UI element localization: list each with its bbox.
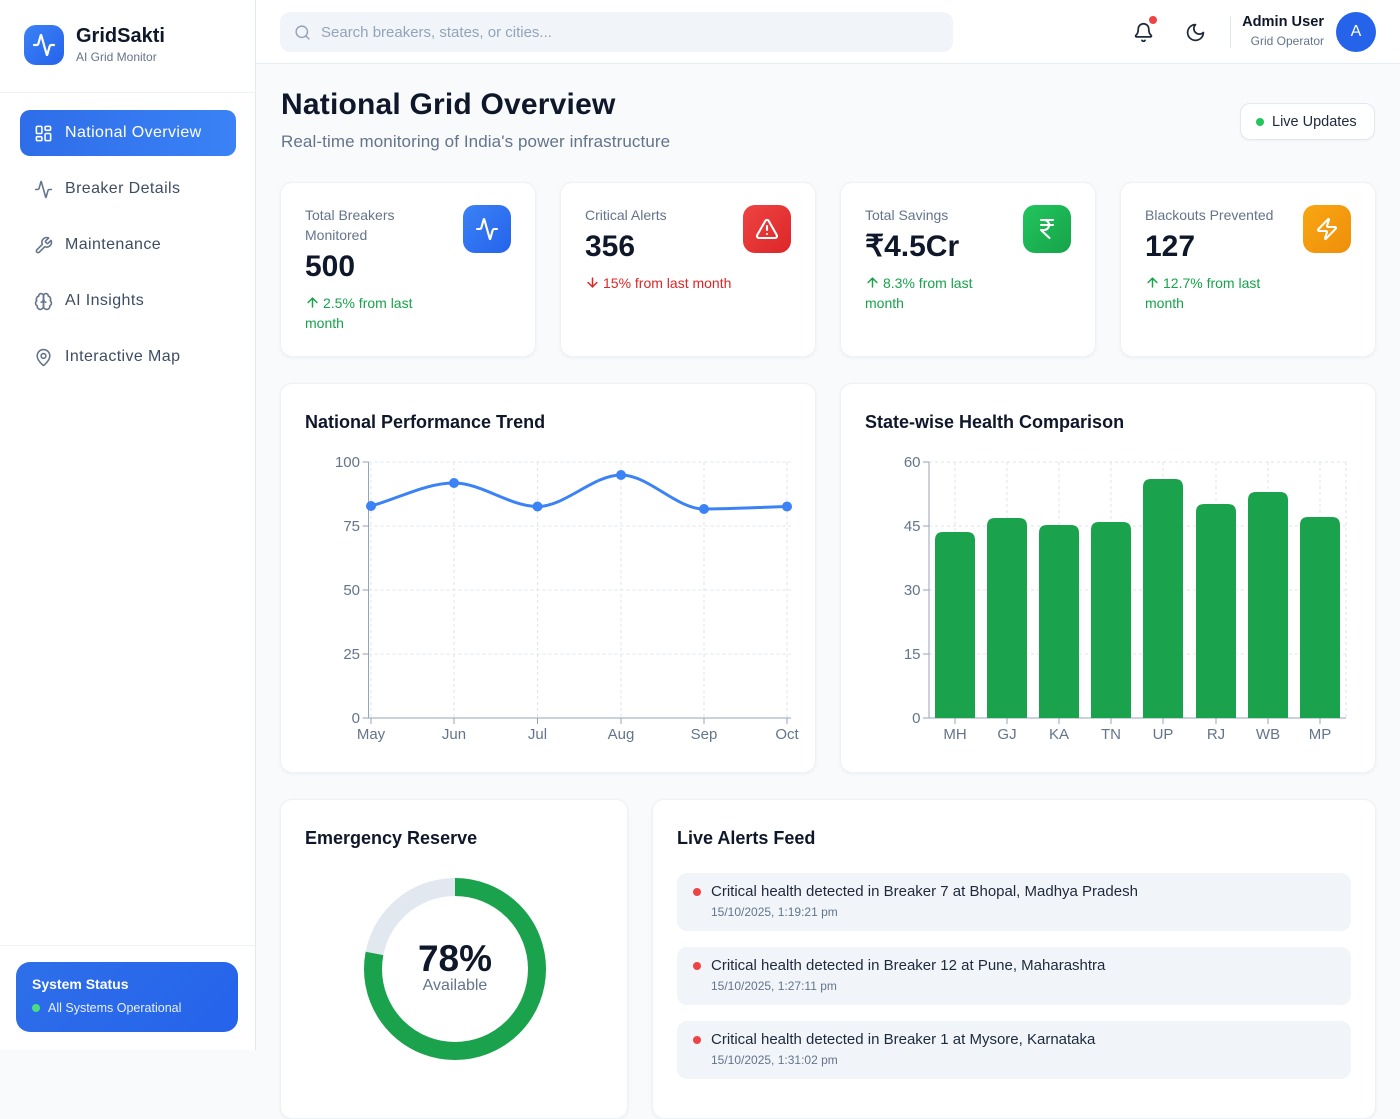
svg-text:Aug: Aug: [608, 726, 635, 743]
svg-text:60: 60: [904, 454, 921, 471]
svg-text:Sep: Sep: [691, 726, 718, 743]
svg-text:45: 45: [904, 518, 921, 535]
svg-text:100: 100: [335, 454, 360, 471]
svg-text:75: 75: [343, 518, 360, 535]
svg-text:25: 25: [343, 646, 360, 663]
svg-text:30: 30: [904, 582, 921, 599]
svg-text:MP: MP: [1309, 726, 1332, 743]
svg-text:RJ: RJ: [1207, 726, 1225, 743]
svg-text:May: May: [357, 726, 386, 743]
svg-text:Oct: Oct: [775, 726, 799, 743]
svg-text:15: 15: [904, 646, 921, 663]
svg-text:Jun: Jun: [442, 726, 466, 743]
svg-text:50: 50: [343, 582, 360, 599]
svg-text:Jul: Jul: [528, 726, 547, 743]
svg-text:Available: Available: [423, 977, 488, 994]
svg-text:0: 0: [352, 710, 360, 727]
svg-text:TN: TN: [1101, 726, 1121, 743]
svg-text:0: 0: [912, 710, 920, 727]
svg-text:UP: UP: [1153, 726, 1174, 743]
svg-text:MH: MH: [943, 726, 966, 743]
svg-text:GJ: GJ: [997, 726, 1016, 743]
svg-text:KA: KA: [1049, 726, 1069, 743]
svg-text:78%: 78%: [418, 938, 492, 979]
svg-text:WB: WB: [1256, 726, 1280, 743]
